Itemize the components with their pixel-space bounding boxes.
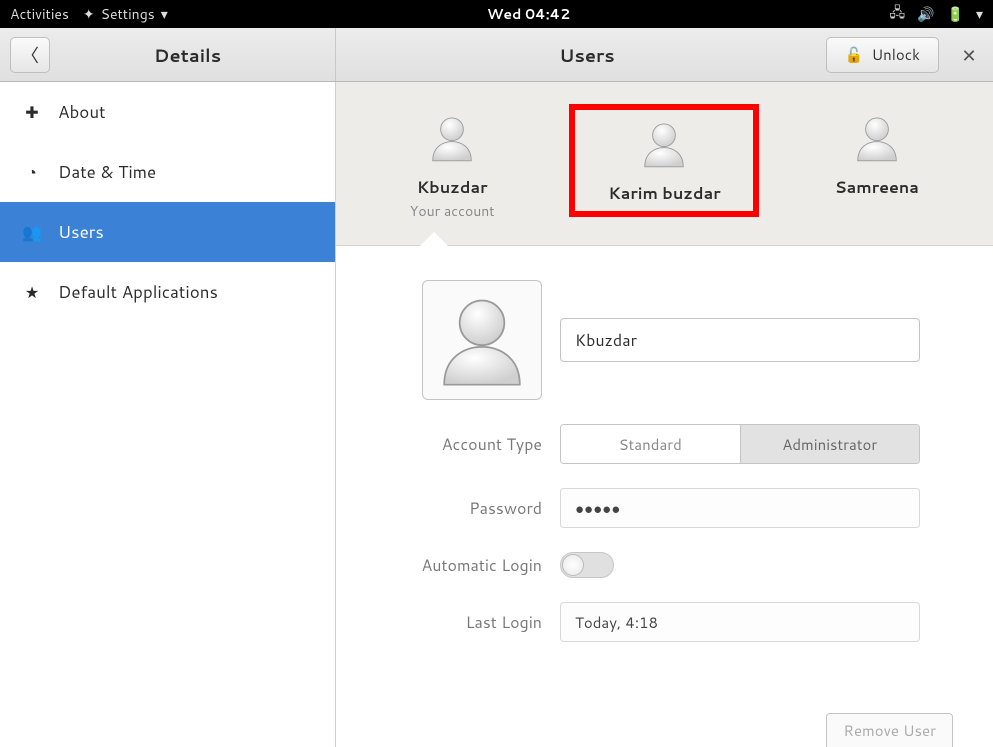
star-icon: ★ — [22, 281, 42, 304]
avatar-picker[interactable] — [422, 280, 542, 400]
user-card[interactable]: Samreena — [782, 104, 972, 205]
close-button[interactable]: ✕ — [957, 42, 981, 68]
chevron-down-icon[interactable]: ▾ — [976, 4, 983, 24]
unlock-label: Unlock — [872, 44, 920, 65]
activities-label: Activities — [10, 4, 69, 24]
sidebar-item-label: Users — [58, 220, 104, 244]
avatar-icon — [424, 110, 480, 166]
account-type-standard[interactable]: Standard — [561, 425, 741, 463]
back-button[interactable]: 〈 — [10, 37, 50, 73]
user-settings-form: Account Type Standard Administrator Pass… — [336, 246, 993, 642]
password-field[interactable]: ●●●●● — [560, 488, 920, 528]
chevron-left-icon: 〈 — [21, 42, 39, 68]
network-icon[interactable]: 🖧 — [889, 2, 905, 26]
users-icon: 👥 — [22, 221, 42, 244]
user-card[interactable]: Karim buzdar — [569, 104, 759, 217]
close-icon: ✕ — [961, 42, 976, 68]
plus-icon: ✚ — [22, 101, 42, 124]
user-name: Samreena — [835, 176, 919, 199]
unlock-button[interactable]: 🔓 Unlock — [826, 37, 939, 73]
account-type-label: Account Type — [382, 433, 542, 456]
avatar-icon — [636, 116, 692, 172]
settings-sidebar: ✚ About ◔ Date & Time 👥 Users ★ Default … — [0, 82, 336, 747]
user-subtitle: Your account — [410, 201, 495, 221]
panel-title: Users — [348, 42, 826, 68]
volume-icon[interactable]: 🔊 — [917, 4, 934, 24]
selection-pointer — [420, 232, 448, 246]
last-login-label: Last Login — [382, 611, 542, 634]
battery-icon[interactable]: 🔋 — [947, 4, 964, 24]
sidebar-item-label: About — [58, 100, 106, 124]
auto-login-label: Automatic Login — [382, 554, 542, 577]
full-name-input[interactable] — [560, 318, 920, 362]
lock-open-icon: 🔓 — [845, 44, 864, 65]
gnome-topbar: Activities ✦ Settings ▾ Wed 04:42 🖧 🔊 🔋 … — [0, 0, 993, 28]
user-name: Karim buzdar — [608, 182, 720, 205]
password-label: Password — [382, 497, 542, 520]
user-card-current[interactable]: Kbuzdar Your account — [357, 104, 547, 227]
avatar-icon — [427, 285, 537, 395]
sidebar-item-label: Date & Time — [58, 160, 156, 184]
users-panel: Kbuzdar Your account Karim buzdar Samree… — [336, 82, 993, 747]
app-menu[interactable]: ✦ Settings ▾ — [83, 4, 168, 24]
avatar-icon — [849, 110, 905, 166]
user-list: Kbuzdar Your account Karim buzdar Samree… — [336, 82, 993, 246]
chevron-down-icon: ▾ — [161, 4, 168, 24]
headerbar: 〈 Details Users 🔓 Unlock ✕ — [0, 28, 993, 82]
account-type-segmented: Standard Administrator — [560, 424, 920, 464]
sidebar-item-default-apps[interactable]: ★ Default Applications — [0, 262, 335, 322]
clock-icon: ◔ — [22, 161, 42, 184]
auto-login-toggle[interactable] — [560, 552, 614, 578]
settings-icon: ✦ — [83, 4, 95, 24]
last-login-value[interactable]: Today, 4:18 — [560, 602, 920, 642]
clock[interactable]: Wed 04:42 — [168, 4, 890, 24]
toggle-knob — [562, 554, 584, 576]
activities-button[interactable]: Activities — [10, 4, 69, 24]
sidebar-item-datetime[interactable]: ◔ Date & Time — [0, 142, 335, 202]
account-type-admin[interactable]: Administrator — [741, 425, 920, 463]
sidebar-item-users[interactable]: 👥 Users — [0, 202, 335, 262]
remove-user-button[interactable]: Remove User — [826, 713, 953, 747]
user-name: Kbuzdar — [417, 176, 488, 199]
panel-title-left: Details — [50, 42, 325, 68]
app-menu-label: Settings — [101, 4, 155, 24]
sidebar-item-about[interactable]: ✚ About — [0, 82, 335, 142]
sidebar-item-label: Default Applications — [58, 280, 218, 304]
